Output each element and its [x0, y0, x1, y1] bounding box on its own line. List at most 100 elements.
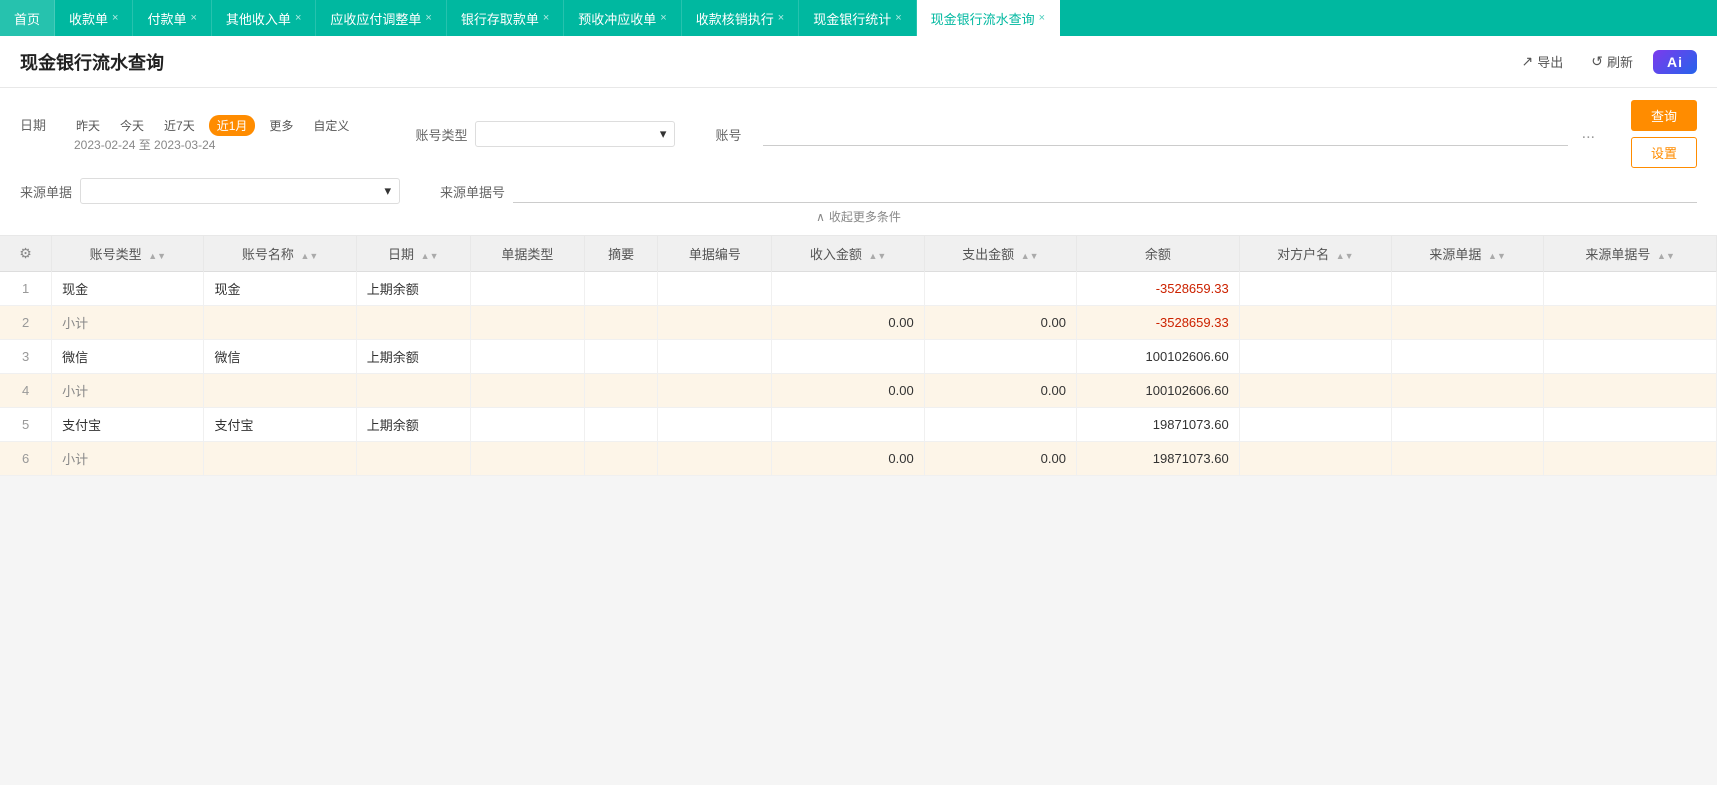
query-button[interactable]: 查询	[1631, 100, 1697, 131]
collapse-bar: ∧ 收起更多条件	[20, 204, 1697, 225]
account-input[interactable]	[763, 122, 1567, 146]
th-account-type[interactable]: 账号类型 ▲▼	[52, 236, 204, 272]
cell-account-type: 支付宝	[52, 408, 204, 442]
cell-account-type: 小计	[52, 306, 204, 340]
cell-doc-type	[470, 374, 584, 408]
cell-account-name: 微信	[204, 340, 356, 374]
cell-source-doc-no	[1544, 408, 1717, 442]
nav-home[interactable]: 首页	[0, 0, 55, 36]
nav-close-bank-deposit[interactable]: ×	[543, 12, 549, 24]
cell-source-doc-no	[1544, 442, 1717, 476]
th-doc-type: 单据类型	[470, 236, 584, 272]
th-source-doc-no[interactable]: 来源单据号 ▲▼	[1544, 236, 1717, 272]
sort-date: ▲▼	[421, 251, 439, 261]
th-date[interactable]: 日期 ▲▼	[356, 236, 470, 272]
cell-income	[772, 340, 924, 374]
cell-account-type: 微信	[52, 340, 204, 374]
nav-cash-bank-flow[interactable]: 现金银行流水查询 ×	[917, 0, 1060, 36]
ai-badge[interactable]: Ai	[1653, 50, 1697, 74]
table-row: 5 支付宝 支付宝 上期余额 19871073.60	[0, 408, 1717, 442]
source-doc-select[interactable]: ▾	[80, 178, 400, 204]
date-today[interactable]: 今天	[114, 115, 150, 136]
nav-close-flow[interactable]: ×	[1039, 12, 1045, 24]
nav-prepay-offset[interactable]: 预收冲应收单 ×	[564, 0, 681, 36]
nav-ar-ap-adjust[interactable]: 应收应付调整单 ×	[316, 0, 446, 36]
settings-button[interactable]: 设置	[1631, 137, 1697, 168]
nav-cash-bank-stat[interactable]: 现金银行统计 ×	[799, 0, 916, 36]
cell-doc-type	[470, 442, 584, 476]
nav-receipt[interactable]: 收款单 ×	[55, 0, 133, 36]
account-dots-button[interactable]: ...	[1576, 123, 1601, 145]
table-header-row: ⚙ 账号类型 ▲▼ 账号名称 ▲▼ 日期 ▲▼ 单据类型 摘要 单据编号	[0, 236, 1717, 272]
collapse-icon: ∧	[816, 210, 825, 224]
cell-counterparty	[1239, 306, 1391, 340]
export-button[interactable]: ↗ 导出	[1514, 48, 1572, 75]
th-doc-no: 单据编号	[658, 236, 772, 272]
sort-counterparty: ▲▼	[1336, 251, 1354, 261]
table-row: 3 微信 微信 上期余额 100102606.60	[0, 340, 1717, 374]
nav-close-prepay[interactable]: ×	[660, 12, 666, 24]
nav-bank-deposit[interactable]: 银行存取款单 ×	[447, 0, 564, 36]
nav-close-payment[interactable]: ×	[190, 12, 196, 24]
th-counterparty[interactable]: 对方户名 ▲▼	[1239, 236, 1391, 272]
cell-doc-type	[470, 340, 584, 374]
cell-source-doc	[1391, 306, 1543, 340]
cell-summary	[584, 340, 657, 374]
th-source-doc[interactable]: 来源单据 ▲▼	[1391, 236, 1543, 272]
nav-close-receipt[interactable]: ×	[112, 12, 118, 24]
collapse-button[interactable]: ∧ 收起更多条件	[816, 208, 901, 225]
page-title: 现金银行流水查询	[20, 49, 164, 75]
cell-income	[772, 408, 924, 442]
sort-account-name: ▲▼	[300, 251, 318, 261]
cell-balance: -3528659.33	[1076, 272, 1239, 306]
date-1month[interactable]: 近1月	[209, 115, 256, 136]
cell-doc-no	[658, 340, 772, 374]
cell-account-name	[204, 442, 356, 476]
nav-close-verify[interactable]: ×	[778, 12, 784, 24]
th-expense[interactable]: 支出金额 ▲▼	[924, 236, 1076, 272]
source-doc-no-label: 来源单据号	[440, 182, 505, 201]
nav-close-other-income[interactable]: ×	[295, 12, 301, 24]
cell-income	[772, 272, 924, 306]
nav-close-ar-ap[interactable]: ×	[425, 12, 431, 24]
cell-summary	[584, 272, 657, 306]
table-container: ⚙ 账号类型 ▲▼ 账号名称 ▲▼ 日期 ▲▼ 单据类型 摘要 单据编号	[0, 236, 1717, 476]
top-navigation: 首页 收款单 × 付款单 × 其他收入单 × 应收应付调整单 × 银行存取款单 …	[0, 0, 1717, 36]
cell-source-doc	[1391, 340, 1543, 374]
data-table: ⚙ 账号类型 ▲▼ 账号名称 ▲▼ 日期 ▲▼ 单据类型 摘要 单据编号	[0, 236, 1717, 476]
table-row: 4 小计 0.00 0.00 100102606.60	[0, 374, 1717, 408]
account-type-select[interactable]: ▾	[475, 121, 675, 147]
cell-balance: 19871073.60	[1076, 442, 1239, 476]
filter-area: 日期 昨天 今天 近7天 近1月 更多 自定义 2023-02-24 至 202…	[0, 88, 1717, 236]
th-gear[interactable]: ⚙	[0, 236, 52, 272]
header-actions: ↗ 导出 ↺ 刷新 Ai	[1514, 48, 1698, 75]
cell-num: 3	[0, 340, 52, 374]
cell-date: 上期余额	[356, 408, 470, 442]
cell-source-doc-no	[1544, 306, 1717, 340]
date-custom[interactable]: 自定义	[307, 115, 355, 136]
cell-expense	[924, 272, 1076, 306]
gear-icon[interactable]: ⚙	[19, 245, 32, 261]
nav-payment[interactable]: 付款单 ×	[133, 0, 211, 36]
cell-summary	[584, 442, 657, 476]
date-yesterday[interactable]: 昨天	[70, 115, 106, 136]
sort-expense: ▲▼	[1021, 251, 1039, 261]
date-more[interactable]: 更多	[263, 115, 299, 136]
cell-num: 1	[0, 272, 52, 306]
nav-close-stat[interactable]: ×	[895, 12, 901, 24]
th-income[interactable]: 收入金额 ▲▼	[772, 236, 924, 272]
refresh-button[interactable]: ↺ 刷新	[1583, 48, 1641, 75]
cell-account-name: 现金	[204, 272, 356, 306]
source-doc-no-input[interactable]	[513, 179, 1697, 203]
nav-other-income[interactable]: 其他收入单 ×	[212, 0, 316, 36]
date-range-display: 2023-02-24 至 2023-03-24	[74, 136, 355, 153]
cell-summary	[584, 408, 657, 442]
export-icon: ↗	[1522, 53, 1534, 70]
th-account-name[interactable]: 账号名称 ▲▼	[204, 236, 356, 272]
date-7days[interactable]: 近7天	[158, 115, 201, 136]
table-row: 2 小计 0.00 0.00 -3528659.33	[0, 306, 1717, 340]
cell-doc-no	[658, 408, 772, 442]
cell-account-name: 支付宝	[204, 408, 356, 442]
cell-account-name	[204, 306, 356, 340]
nav-receipt-verify[interactable]: 收款核销执行 ×	[682, 0, 799, 36]
